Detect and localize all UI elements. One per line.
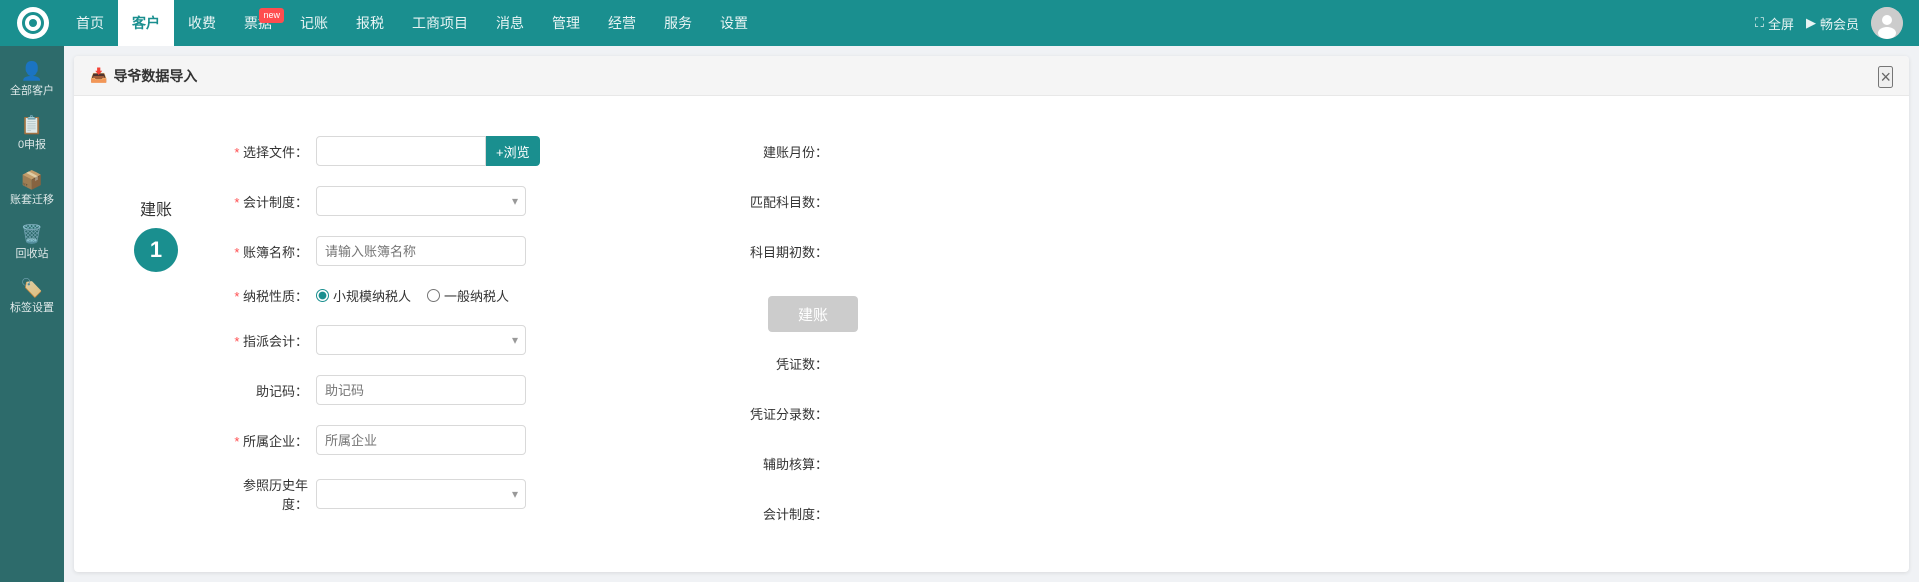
dialog-title: 导爷数据导入 bbox=[113, 66, 197, 86]
file-input-group: +浏览 bbox=[316, 136, 540, 166]
memo-row: 助记码： bbox=[228, 375, 708, 405]
nav-items: 首页 客户 收费 票据 new 记账 报税 工商项目 消息 管理 经营 服务 设… bbox=[62, 0, 1755, 46]
nav-project[interactable]: 工商项目 bbox=[398, 0, 482, 46]
company-label: * 所属企业： bbox=[228, 431, 308, 450]
nav-settings[interactable]: 设置 bbox=[706, 0, 762, 46]
step-circle: 1 bbox=[134, 228, 178, 272]
accountant-select[interactable] bbox=[316, 325, 526, 355]
accounting-sys-row: 会计制度： bbox=[738, 498, 988, 528]
accounting-label: * 会计制度： bbox=[228, 192, 308, 211]
build-button[interactable]: 建账 bbox=[768, 296, 858, 332]
recycle-icon: 🗑️ bbox=[21, 225, 43, 243]
fullscreen-btn[interactable]: ⛶ 全屏 bbox=[1755, 14, 1794, 33]
vip-icon: ▶ bbox=[1806, 15, 1816, 31]
nav-operation[interactable]: 经营 bbox=[594, 0, 650, 46]
accounting-select-wrapper bbox=[316, 186, 526, 216]
company-input[interactable] bbox=[316, 425, 526, 455]
history-select[interactable] bbox=[316, 479, 526, 509]
history-select-wrapper bbox=[316, 479, 526, 509]
file-input[interactable] bbox=[316, 136, 486, 166]
info-area: 建账月份： 匹配科目数： 科目期初数： 建账 bbox=[708, 116, 988, 552]
user-avatar[interactable] bbox=[1871, 7, 1903, 39]
voucher-label: 凭证数： bbox=[738, 354, 828, 373]
sidebar-item-recycle[interactable]: 🗑️ 回收站 bbox=[0, 217, 64, 267]
fullscreen-icon: ⛶ bbox=[1755, 15, 1764, 31]
migration-icon: 📦 bbox=[21, 171, 43, 189]
accounting-sys-label: 会计制度： bbox=[738, 504, 828, 523]
step-area: 建账 1 bbox=[74, 116, 208, 552]
dialog-panel: 📥 导爷数据导入 × 建账 1 * 选择文件： bbox=[74, 56, 1909, 572]
dialog-body: 建账 1 * 选择文件： +浏览 bbox=[74, 96, 1909, 572]
nav-service[interactable]: 服务 bbox=[650, 0, 706, 46]
period-label: 科目期初数： bbox=[738, 242, 828, 261]
nav-fee[interactable]: 收费 bbox=[174, 0, 230, 46]
history-label: 参照历史年度： bbox=[228, 475, 308, 513]
logo[interactable] bbox=[10, 0, 56, 46]
sidebar-item-tags[interactable]: 🏷️ 标签设置 bbox=[0, 271, 64, 321]
nav-tax[interactable]: 报税 bbox=[342, 0, 398, 46]
step-label: 建账 bbox=[140, 196, 172, 220]
nav-right-area: ⛶ 全屏 ▶ 畅会员 bbox=[1755, 7, 1919, 39]
company-row: * 所属企业： bbox=[228, 425, 708, 455]
period-row: 科目期初数： bbox=[738, 236, 988, 266]
nav-customer[interactable]: 客户 bbox=[118, 0, 174, 46]
memo-label: 助记码： bbox=[228, 381, 308, 400]
declaration-icon: 📋 bbox=[21, 116, 43, 134]
form-area: * 选择文件： +浏览 * 会计制度： bbox=[208, 116, 708, 552]
ledger-input[interactable] bbox=[316, 236, 526, 266]
main-content: 📥 导爷数据导入 × 建账 1 * 选择文件： bbox=[64, 46, 1919, 582]
sidebar-item-migration[interactable]: 📦 账套迁移 bbox=[0, 163, 64, 213]
sidebar-item-declaration[interactable]: 📋 0申报 bbox=[0, 108, 64, 158]
tax-radio-group: 小规模纳税人 一般纳税人 bbox=[316, 286, 509, 305]
accountant-select-wrapper bbox=[316, 325, 526, 355]
dialog-header: 📥 导爷数据导入 bbox=[74, 56, 1909, 96]
browse-button[interactable]: +浏览 bbox=[486, 136, 540, 166]
nav-message[interactable]: 消息 bbox=[482, 0, 538, 46]
file-label: * 选择文件： bbox=[228, 142, 308, 161]
close-button[interactable]: × bbox=[1878, 66, 1893, 88]
radio-general-tax[interactable]: 一般纳税人 bbox=[427, 286, 509, 305]
nav-bookkeeping[interactable]: 记账 bbox=[286, 0, 342, 46]
ledger-label: * 账簿名称： bbox=[228, 242, 308, 261]
tags-icon: 🏷️ bbox=[21, 279, 43, 297]
month-row: 建账月份： bbox=[738, 136, 988, 166]
nav-bill[interactable]: 票据 new bbox=[230, 0, 286, 46]
month-label: 建账月份： bbox=[738, 142, 828, 161]
sidebar-item-customers[interactable]: 👤 全部客户 bbox=[0, 54, 64, 104]
radio-small-tax[interactable]: 小规模纳税人 bbox=[316, 286, 411, 305]
match-row: 匹配科目数： bbox=[738, 186, 988, 216]
tax-row: * 纳税性质： 小规模纳税人 一般纳税人 bbox=[228, 286, 708, 305]
sidebar: 👤 全部客户 📋 0申报 📦 账套迁移 🗑️ 回收站 🏷️ 标签设置 bbox=[0, 46, 64, 582]
nav-badge-new: new bbox=[259, 8, 284, 23]
nav-home[interactable]: 首页 bbox=[62, 0, 118, 46]
voucher-count-label: 凭证分录数： bbox=[738, 404, 828, 423]
vip-btn[interactable]: ▶ 畅会员 bbox=[1806, 14, 1859, 33]
voucher-row: 凭证数： bbox=[738, 348, 988, 378]
aux-label: 辅助核算： bbox=[738, 454, 828, 473]
accounting-select[interactable] bbox=[316, 186, 526, 216]
dialog-title-icon: 📥 bbox=[90, 67, 107, 84]
nav-manage[interactable]: 管理 bbox=[538, 0, 594, 46]
memo-input[interactable] bbox=[316, 375, 526, 405]
ledger-row: * 账簿名称： bbox=[228, 236, 708, 266]
top-navigation: 首页 客户 收费 票据 new 记账 报税 工商项目 消息 管理 经营 服务 设… bbox=[0, 0, 1919, 46]
customers-icon: 👤 bbox=[21, 62, 43, 80]
history-row: 参照历史年度： bbox=[228, 475, 708, 513]
accounting-row: * 会计制度： bbox=[228, 186, 708, 216]
file-row: * 选择文件： +浏览 bbox=[228, 136, 708, 166]
match-label: 匹配科目数： bbox=[738, 192, 828, 211]
tax-label: * 纳税性质： bbox=[228, 286, 308, 305]
voucher-count-row: 凭证分录数： bbox=[738, 398, 988, 428]
accountant-row: * 指派会计： bbox=[228, 325, 708, 355]
aux-row: 辅助核算： bbox=[738, 448, 988, 478]
accountant-label: * 指派会计： bbox=[228, 331, 308, 350]
